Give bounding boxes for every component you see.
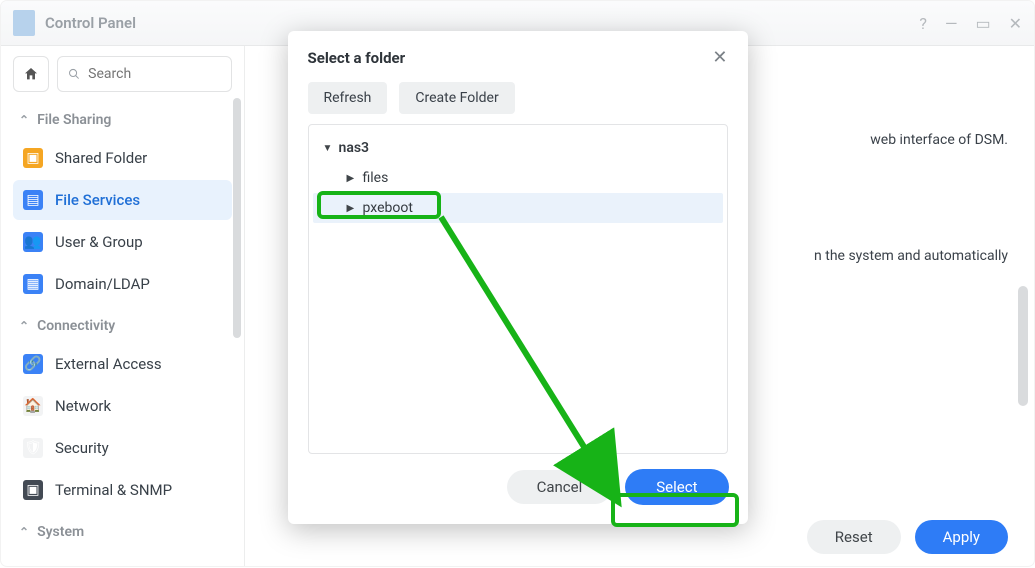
tree-node-label: nas3 xyxy=(339,140,370,156)
modal-close-button[interactable]: ✕ xyxy=(712,47,727,68)
tree-node-label: files xyxy=(363,170,389,186)
folder-picker-modal: Select a folder ✕ Refresh Create Folder … xyxy=(288,31,748,524)
select-button[interactable]: Select xyxy=(626,470,727,504)
cancel-button[interactable]: Cancel xyxy=(507,470,613,504)
caret-right-icon: ▶ xyxy=(347,173,357,184)
refresh-button[interactable]: Refresh xyxy=(308,82,388,114)
tree-node-label: pxeboot xyxy=(363,200,413,216)
tree-node-root[interactable]: ▼ nas3 xyxy=(313,133,723,163)
caret-down-icon: ▼ xyxy=(323,143,333,154)
modal-title: Select a folder xyxy=(308,49,713,67)
create-folder-button[interactable]: Create Folder xyxy=(399,82,514,114)
tree-node-pxeboot[interactable]: ▶ pxeboot xyxy=(313,193,723,223)
control-panel-window: Control Panel ? — ▭ ✕ ⌃ File Sharing xyxy=(1,1,1034,566)
tree-node-files[interactable]: ▶ files xyxy=(313,163,723,193)
modal-overlay: Select a folder ✕ Refresh Create Folder … xyxy=(1,1,1034,566)
folder-tree[interactable]: ▼ nas3 ▶ files ▶ pxeboot xyxy=(308,124,728,454)
caret-right-icon: ▶ xyxy=(347,203,357,214)
